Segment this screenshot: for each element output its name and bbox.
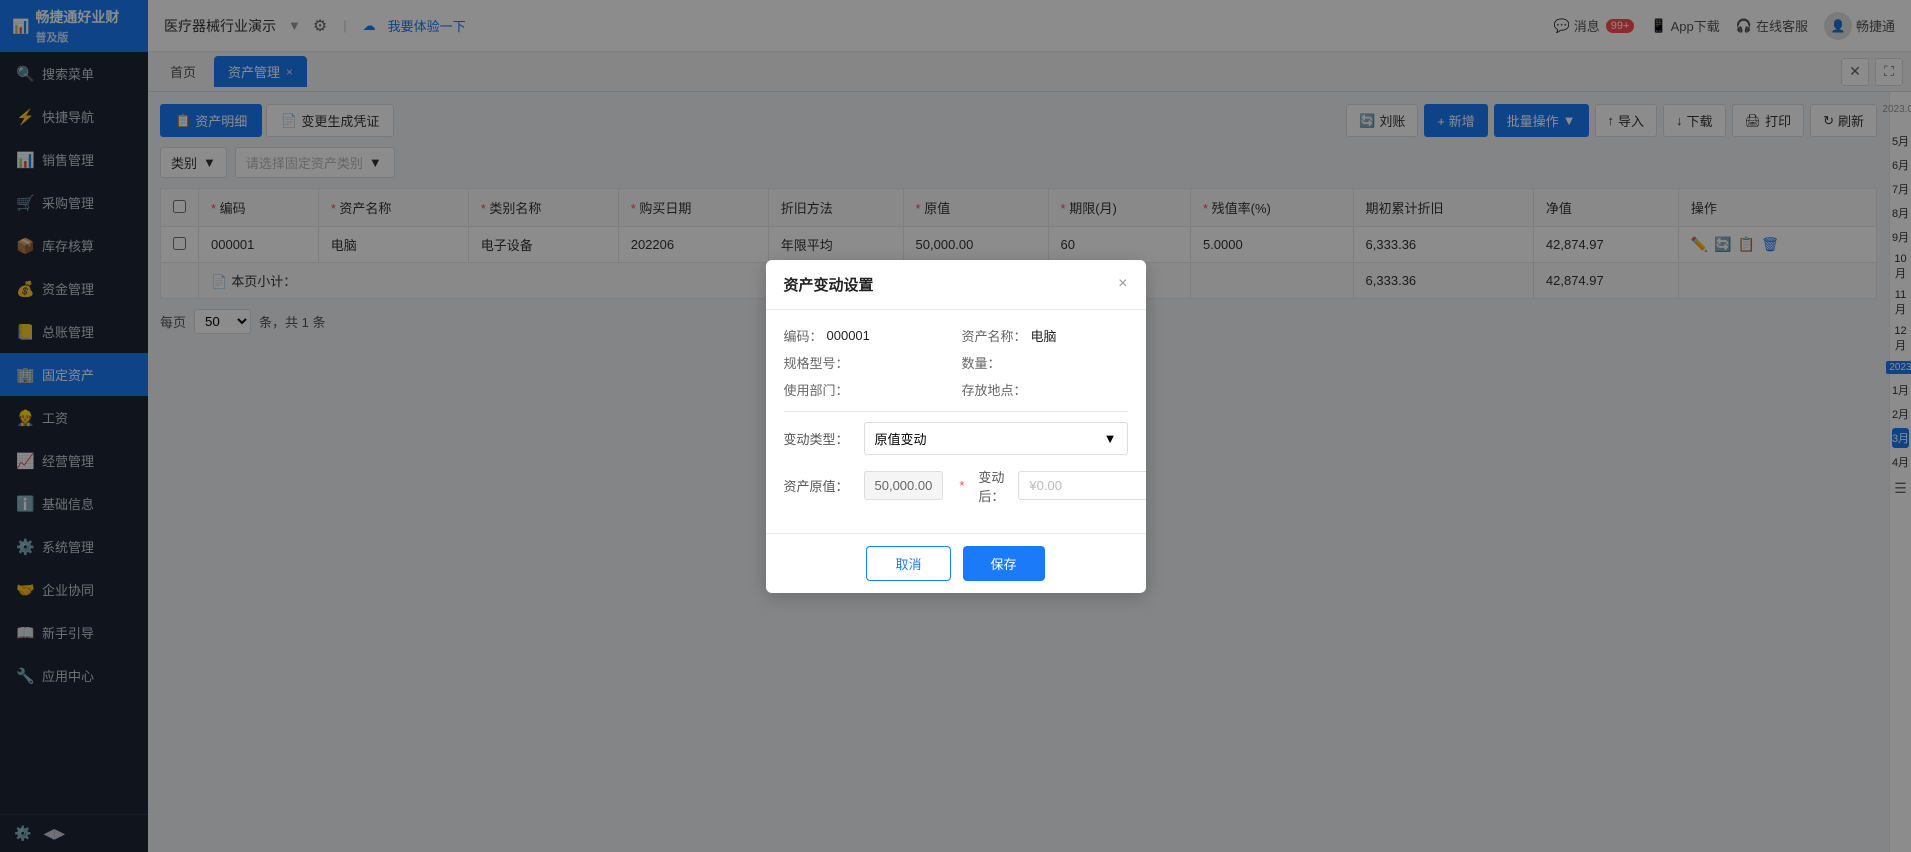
- modal-body: 编码： 000001 资产名称： 电脑 规格型号： 数量： 使用部门：: [766, 310, 1146, 533]
- original-value-row: 资产原值： 50,000.00 * 变动后：: [784, 467, 1128, 505]
- save-btn[interactable]: 保存: [963, 546, 1045, 581]
- modal-close-btn[interactable]: ×: [1118, 275, 1127, 293]
- after-change-label: 变动后：: [978, 467, 1004, 505]
- change-type-label: 变动类型：: [784, 429, 854, 448]
- modal-spec-field: 规格型号：: [784, 353, 950, 372]
- location-label: 存放地点：: [962, 380, 1027, 399]
- code-value: 000001: [827, 328, 870, 343]
- modal-name-field: 资产名称： 电脑: [962, 326, 1128, 345]
- cancel-btn[interactable]: 取消: [866, 546, 950, 581]
- modal-overlay: 资产变动设置 × 编码： 000001 资产名称： 电脑 规格型号： 数量：: [0, 0, 1911, 852]
- original-value-label: 资产原值：: [784, 476, 854, 495]
- required-star: *: [959, 478, 964, 493]
- code-label: 编码：: [784, 326, 823, 345]
- asset-name-label: 资产名称：: [962, 326, 1027, 345]
- modal-quantity-field: 数量：: [962, 353, 1128, 372]
- spec-label: 规格型号：: [784, 353, 849, 372]
- modal-location-field: 存放地点：: [962, 380, 1128, 399]
- after-change-input[interactable]: [1018, 471, 1145, 500]
- modal-title: 资产变动设置: [784, 274, 874, 295]
- change-type-select[interactable]: 原值变动 ▼: [864, 422, 1128, 455]
- original-value-display: 50,000.00: [864, 471, 944, 500]
- modal-code-field: 编码： 000001: [784, 326, 950, 345]
- modal-info-grid: 编码： 000001 资产名称： 电脑 规格型号： 数量： 使用部门：: [784, 326, 1128, 399]
- asset-name-value: 电脑: [1031, 326, 1057, 345]
- change-type-dropdown-icon: ▼: [1104, 431, 1117, 446]
- change-type-value: 原值变动: [875, 429, 927, 448]
- modal-dept-field: 使用部门：: [784, 380, 950, 399]
- change-type-row: 变动类型： 原值变动 ▼: [784, 422, 1128, 455]
- quantity-label: 数量：: [962, 353, 1001, 372]
- modal-footer: 取消 保存: [766, 533, 1146, 593]
- modal-divider: [784, 411, 1128, 412]
- asset-change-modal: 资产变动设置 × 编码： 000001 资产名称： 电脑 规格型号： 数量：: [766, 260, 1146, 593]
- modal-header: 资产变动设置 ×: [766, 260, 1146, 310]
- dept-label: 使用部门：: [784, 380, 849, 399]
